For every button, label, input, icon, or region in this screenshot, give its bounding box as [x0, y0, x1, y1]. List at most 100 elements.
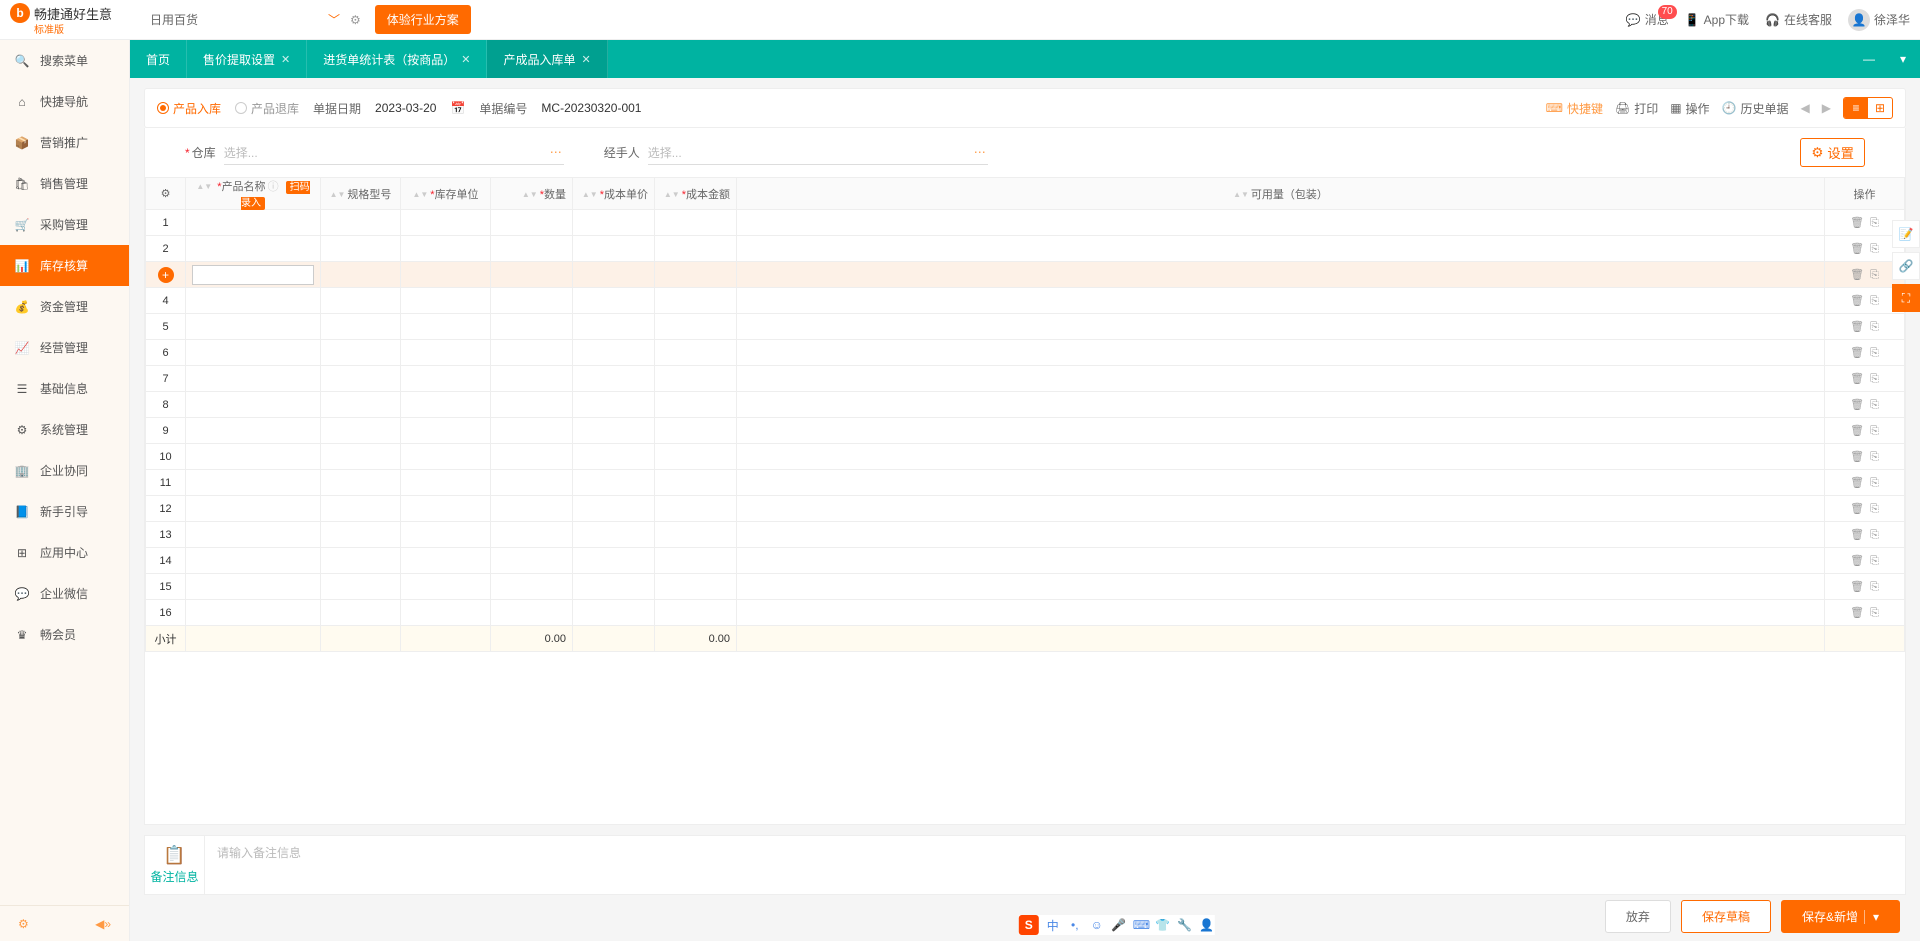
sidebar-item-10[interactable]: 🏢企业协同 — [0, 450, 129, 491]
online-service-button[interactable]: 🎧 在线客服 — [1765, 11, 1832, 28]
cell-unit[interactable] — [401, 288, 491, 314]
cell-unit[interactable] — [401, 600, 491, 626]
delete-row-icon[interactable]: 🗑 — [1850, 217, 1864, 229]
copy-row-icon[interactable]: ⎘ — [1870, 477, 1879, 489]
cell-unit[interactable] — [401, 392, 491, 418]
cell-product-name[interactable] — [186, 314, 321, 340]
table-row[interactable]: 2🗑⎘ — [146, 236, 1905, 262]
delete-row-icon[interactable]: 🗑 — [1850, 477, 1864, 489]
copy-row-icon[interactable]: ⎘ — [1870, 581, 1879, 593]
copy-row-icon[interactable]: ⎘ — [1870, 399, 1879, 411]
cell-avail[interactable] — [737, 496, 1825, 522]
table-row[interactable]: 15🗑⎘ — [146, 574, 1905, 600]
cell-qty[interactable] — [491, 366, 573, 392]
cell-product-name[interactable] — [186, 366, 321, 392]
cell-avail[interactable] — [737, 236, 1825, 262]
ime-emoji-icon[interactable]: ☺ — [1089, 918, 1105, 932]
copy-row-icon[interactable]: ⎘ — [1870, 217, 1879, 229]
table-row[interactable]: 11🗑⎘ — [146, 470, 1905, 496]
help-icon[interactable]: ⓘ — [268, 181, 279, 193]
table-row[interactable]: 14🗑⎘ — [146, 548, 1905, 574]
cell-avail[interactable] — [737, 444, 1825, 470]
cell-amount[interactable] — [655, 574, 737, 600]
sidebar-item-14[interactable]: ♛畅会员 — [0, 614, 129, 655]
product-name-input[interactable] — [192, 265, 314, 285]
copy-row-icon[interactable]: ⎘ — [1870, 347, 1879, 359]
cell-unit[interactable] — [401, 444, 491, 470]
tab-2[interactable]: 进货单统计表（按商品）✕ — [307, 40, 487, 78]
cell-price[interactable] — [573, 600, 655, 626]
cell-price[interactable] — [573, 522, 655, 548]
cell-qty[interactable] — [491, 210, 573, 236]
ime-mic-icon[interactable]: 🎤 — [1111, 918, 1127, 932]
cell-price[interactable] — [573, 288, 655, 314]
sidebar-item-1[interactable]: ⌂快捷导航 — [0, 81, 129, 122]
handler-input[interactable]: 选择... ⋯ — [648, 141, 988, 165]
cell-qty[interactable] — [491, 392, 573, 418]
cell-price[interactable] — [573, 366, 655, 392]
sidebar-item-2[interactable]: 📦营销推广 — [0, 122, 129, 163]
cell-amount[interactable] — [655, 496, 737, 522]
cell-spec[interactable] — [321, 548, 401, 574]
history-button[interactable]: 🕘 历史单据 — [1722, 100, 1789, 117]
ime-tool-icon[interactable]: 🔧 — [1177, 918, 1193, 932]
cell-spec[interactable] — [321, 522, 401, 548]
cell-avail[interactable] — [737, 314, 1825, 340]
cell-product-name[interactable] — [186, 340, 321, 366]
cell-unit[interactable] — [401, 470, 491, 496]
cell-amount[interactable] — [655, 392, 737, 418]
cell-unit[interactable] — [401, 418, 491, 444]
sidebar-item-7[interactable]: 📈经营管理 — [0, 327, 129, 368]
cell-unit[interactable] — [401, 340, 491, 366]
cell-qty[interactable] — [491, 444, 573, 470]
cell-product-name[interactable] — [186, 496, 321, 522]
sidebar-item-4[interactable]: 🛒采购管理 — [0, 204, 129, 245]
cell-amount[interactable] — [655, 600, 737, 626]
ime-keyboard-icon[interactable]: ⌨ — [1133, 918, 1149, 932]
cell-product-name[interactable] — [186, 574, 321, 600]
float-expand-icon[interactable]: ⛶ — [1892, 284, 1920, 312]
col-qty[interactable]: ▲▼*数量 — [491, 178, 573, 210]
copy-row-icon[interactable]: ⎘ — [1870, 529, 1879, 541]
sidebar-item-11[interactable]: 📘新手引导 — [0, 491, 129, 532]
cell-avail[interactable] — [737, 366, 1825, 392]
cell-product-name[interactable] — [186, 288, 321, 314]
gear-icon[interactable]: ⚙ — [350, 13, 361, 27]
cell-qty[interactable] — [491, 574, 573, 600]
table-row[interactable]: 9🗑⎘ — [146, 418, 1905, 444]
chevron-down-icon[interactable]: ▾ — [1864, 910, 1879, 924]
delete-row-icon[interactable]: 🗑 — [1850, 529, 1864, 541]
copy-row-icon[interactable]: ⎘ — [1870, 607, 1879, 619]
table-row[interactable]: 5🗑⎘ — [146, 314, 1905, 340]
table-row[interactable]: 12🗑⎘ — [146, 496, 1905, 522]
col-amount[interactable]: ▲▼*成本金额 — [655, 178, 737, 210]
cell-avail[interactable] — [737, 522, 1825, 548]
table-row[interactable]: +🗑⎘ — [146, 262, 1905, 288]
cell-amount[interactable] — [655, 444, 737, 470]
dept-select[interactable]: 日用百货 ﹀ — [150, 7, 340, 33]
cell-spec[interactable] — [321, 470, 401, 496]
cell-price[interactable] — [573, 548, 655, 574]
delete-row-icon[interactable]: 🗑 — [1850, 347, 1864, 359]
cell-price[interactable] — [573, 574, 655, 600]
cell-spec[interactable] — [321, 366, 401, 392]
cell-unit[interactable] — [401, 236, 491, 262]
cell-unit[interactable] — [401, 496, 491, 522]
cell-spec[interactable] — [321, 210, 401, 236]
remark-input[interactable] — [205, 836, 1905, 894]
cell-spec[interactable] — [321, 340, 401, 366]
cell-price[interactable] — [573, 496, 655, 522]
save-new-button[interactable]: 保存&新增 ▾ — [1781, 900, 1900, 933]
cell-price[interactable] — [573, 340, 655, 366]
cell-amount[interactable] — [655, 548, 737, 574]
cell-spec[interactable] — [321, 574, 401, 600]
table-row[interactable]: 13🗑⎘ — [146, 522, 1905, 548]
delete-row-icon[interactable]: 🗑 — [1850, 503, 1864, 515]
cell-product-name[interactable] — [186, 522, 321, 548]
delete-row-icon[interactable]: 🗑 — [1850, 451, 1864, 463]
user-menu[interactable]: 👤 徐泽华 — [1848, 9, 1910, 31]
tabs-menu-icon[interactable]: ▾ — [1886, 40, 1920, 78]
copy-row-icon[interactable]: ⎘ — [1870, 451, 1879, 463]
messages-button[interactable]: 💬 消息 70 — [1626, 11, 1669, 28]
cell-avail[interactable] — [737, 262, 1825, 288]
